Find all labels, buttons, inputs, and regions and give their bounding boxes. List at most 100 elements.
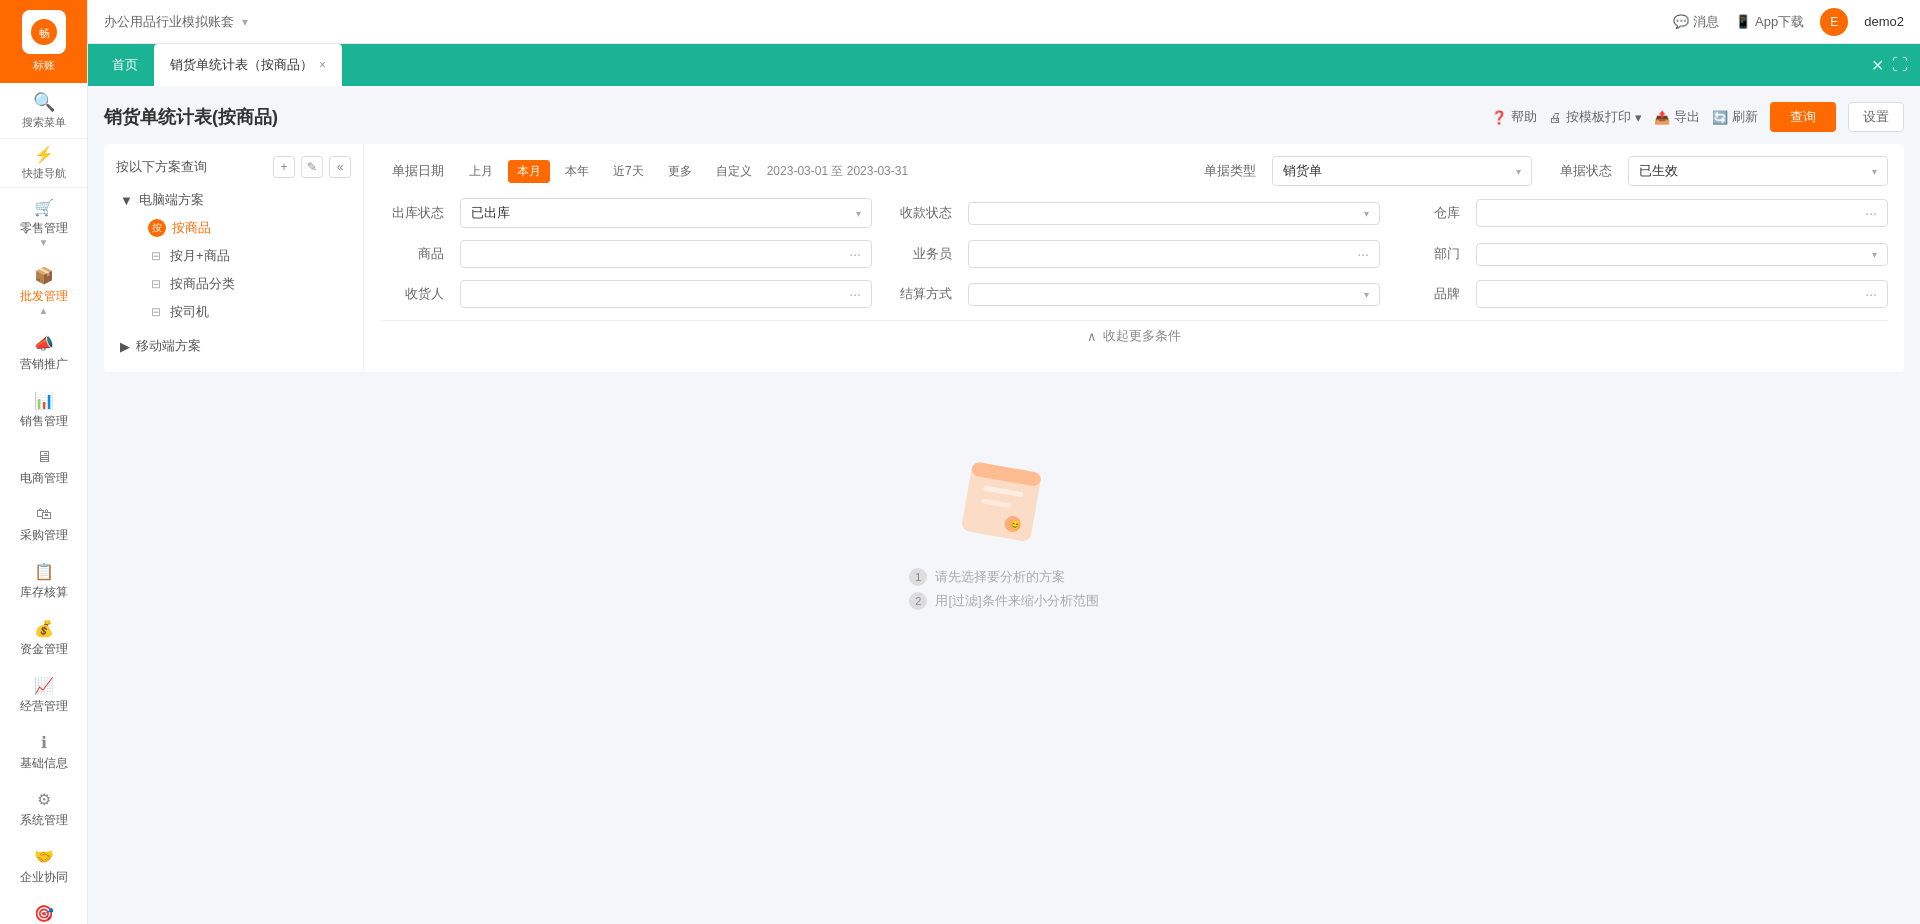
inventory-label: 库存核算 [20,584,68,601]
settings-button[interactable]: 设置 [1848,102,1904,132]
print-button[interactable]: 🖨 按模板打印 ▾ [1549,108,1642,126]
logo-text: 标账 [33,58,55,73]
this-month-btn[interactable]: 本月 [508,160,550,183]
retail-arrow: ▼ [39,237,49,248]
sales-management-item[interactable]: 📊 销售管理 [0,381,87,438]
recipient-input[interactable]: ··· [460,280,872,308]
quick-nav-item[interactable]: ⚡ 快捷导航 [0,139,87,188]
more-btn[interactable]: 更多 [659,160,701,183]
wholesale-management-item[interactable]: 📦 批发管理 ▲ [0,256,87,324]
query-button[interactable]: 查询 [1770,102,1836,132]
warehouse-dots[interactable]: ··· [1865,205,1877,221]
warehouse-input[interactable]: ··· [1476,199,1888,227]
goods-input[interactable]: ··· [460,240,872,268]
doc-type-label: 单据类型 [1192,162,1256,180]
refresh-label: 刷新 [1732,108,1758,126]
active-tab[interactable]: 销货单统计表（按商品） × [154,44,342,86]
finance-item[interactable]: 💰 资金管理 [0,609,87,666]
finance-label: 资金管理 [20,641,68,658]
help-icon: ❓ [1491,110,1507,125]
tree-item-by-goods-label: 按商品 [172,219,211,237]
salesperson-dots[interactable]: ··· [1357,246,1369,262]
department-arrow: ▾ [1872,249,1877,260]
enterprise-collab-icon: 🤝 [33,845,55,867]
system-icon: ⚙ [33,788,55,810]
tree-children: 按 按商品 ⊟ 按月+商品 ⊟ 按商品分类 ⊟ [104,214,363,326]
goods-dots[interactable]: ··· [849,246,861,262]
this-year-btn[interactable]: 本年 [556,160,598,183]
step-2-text: 用[过滤]条件来缩小分析范围 [935,592,1098,610]
wholesale-arrow: ▲ [39,305,49,316]
warehouse-status-select[interactable]: 已出库 ▾ [460,198,872,228]
ecommerce-item[interactable]: 🖥 电商管理 [0,438,87,495]
topbar-title: 办公用品行业模拟账套 [104,13,234,31]
topbar-dropdown-arrow[interactable]: ▾ [242,15,248,29]
maximize-window-button[interactable]: ⛶ [1892,56,1908,75]
collapse-button[interactable]: ∧ 收起更多条件 [380,320,1888,351]
custom-btn[interactable]: 自定义 [707,160,761,183]
main-area: 办公用品行业模拟账套 ▾ 💬 消息 📱 App下载 E demo2 首页 销货单… [88,0,1920,924]
refresh-button[interactable]: 🔄 刷新 [1712,108,1758,126]
salesperson-input[interactable]: ··· [968,240,1380,268]
help-label: 帮助 [1511,108,1537,126]
search-menu-item[interactable]: 🔍 搜索菜单 [0,83,87,139]
app-download-button[interactable]: 📱 App下载 [1735,13,1804,31]
search-menu-label: 搜索菜单 [22,115,66,130]
tab-close-button[interactable]: × [319,58,326,72]
help-button[interactable]: ❓ 帮助 [1491,108,1537,126]
brand-input[interactable]: ··· [1476,280,1888,308]
collapse-panel-button[interactable]: « [329,156,351,178]
tree-item-by-goods[interactable]: 按 按商品 [136,214,363,242]
retail-management-item[interactable]: 🛒 零售管理 ▼ [0,188,87,256]
svg-text:畅: 畅 [38,27,49,39]
tree-item-goods-category[interactable]: ⊟ 按商品分类 [136,270,363,298]
doc-type-value: 销货单 [1283,162,1322,180]
inventory-item[interactable]: 📋 库存核算 [0,552,87,609]
close-window-button[interactable]: ✕ [1871,56,1884,75]
department-select[interactable]: ▾ [1476,243,1888,266]
payment-status-select[interactable]: ▾ [968,202,1380,225]
last-7days-btn[interactable]: 近7天 [604,160,653,183]
enterprise-collab-item[interactable]: 🤝 企业协同 [0,837,87,894]
management-item[interactable]: 📈 经营管理 [0,666,87,723]
tree-item-driver[interactable]: ⊟ 按司机 [136,298,363,326]
marketing-item[interactable]: 📣 营销推广 [0,324,87,381]
recipient-dots[interactable]: ··· [849,286,861,302]
tree-sub-icon-3: ⊟ [148,304,164,320]
brand-dots[interactable]: ··· [1865,286,1877,302]
export-label: 导出 [1674,108,1700,126]
system-item[interactable]: ⚙ 系统管理 [0,780,87,837]
export-button[interactable]: 📤 导出 [1654,108,1700,126]
filter-panel: 按以下方案查询 + ✎ « ▼ 电脑端方案 按 [104,144,1904,372]
home-tab[interactable]: 首页 [96,44,154,86]
print-arrow: ▾ [1635,110,1642,125]
app-download-label: App下载 [1755,13,1804,31]
export-icon: 📤 [1654,110,1670,125]
topbar-left: 办公用品行业模拟账套 ▾ [104,13,248,31]
tree-section-label: 电脑端方案 [139,191,204,209]
beginner-guide-item[interactable]: 🎯 新手引导 [0,894,87,924]
retail-icon: 🛒 [33,196,55,218]
payment-method-select[interactable]: ▾ [968,283,1380,306]
tree-mobile-label: 移动端方案 [136,337,201,355]
message-button[interactable]: 💬 消息 [1673,13,1719,31]
message-label: 消息 [1693,13,1719,31]
management-label: 经营管理 [20,698,68,715]
tree-section-mobile[interactable]: ▶ 移动端方案 [104,332,363,360]
payment-method-label: 结算方式 [888,285,952,303]
purchase-management-item[interactable]: 🛍 采购管理 [0,495,87,552]
tree-item-month-goods[interactable]: ⊟ 按月+商品 [136,242,363,270]
app-download-icon: 📱 [1735,14,1751,29]
left-panel-action-icons: + ✎ « [273,156,351,178]
app-logo: 畅 标账 [0,0,87,83]
doc-status-value: 已生效 [1639,162,1678,180]
basic-info-item[interactable]: ℹ 基础信息 [0,723,87,780]
doc-status-select[interactable]: 已生效 ▾ [1628,156,1888,186]
tree-section-desktop[interactable]: ▼ 电脑端方案 [104,186,363,214]
sidebar: 畅 标账 🔍 搜索菜单 ⚡ 快捷导航 🛒 零售管理 ▼ 📦 批发管理 ▲ 📣 营… [0,0,88,924]
edit-scheme-button[interactable]: ✎ [301,156,323,178]
doc-type-select[interactable]: 销货单 ▾ [1272,156,1532,186]
user-avatar[interactable]: E [1820,8,1848,36]
add-scheme-button[interactable]: + [273,156,295,178]
last-month-btn[interactable]: 上月 [460,160,502,183]
